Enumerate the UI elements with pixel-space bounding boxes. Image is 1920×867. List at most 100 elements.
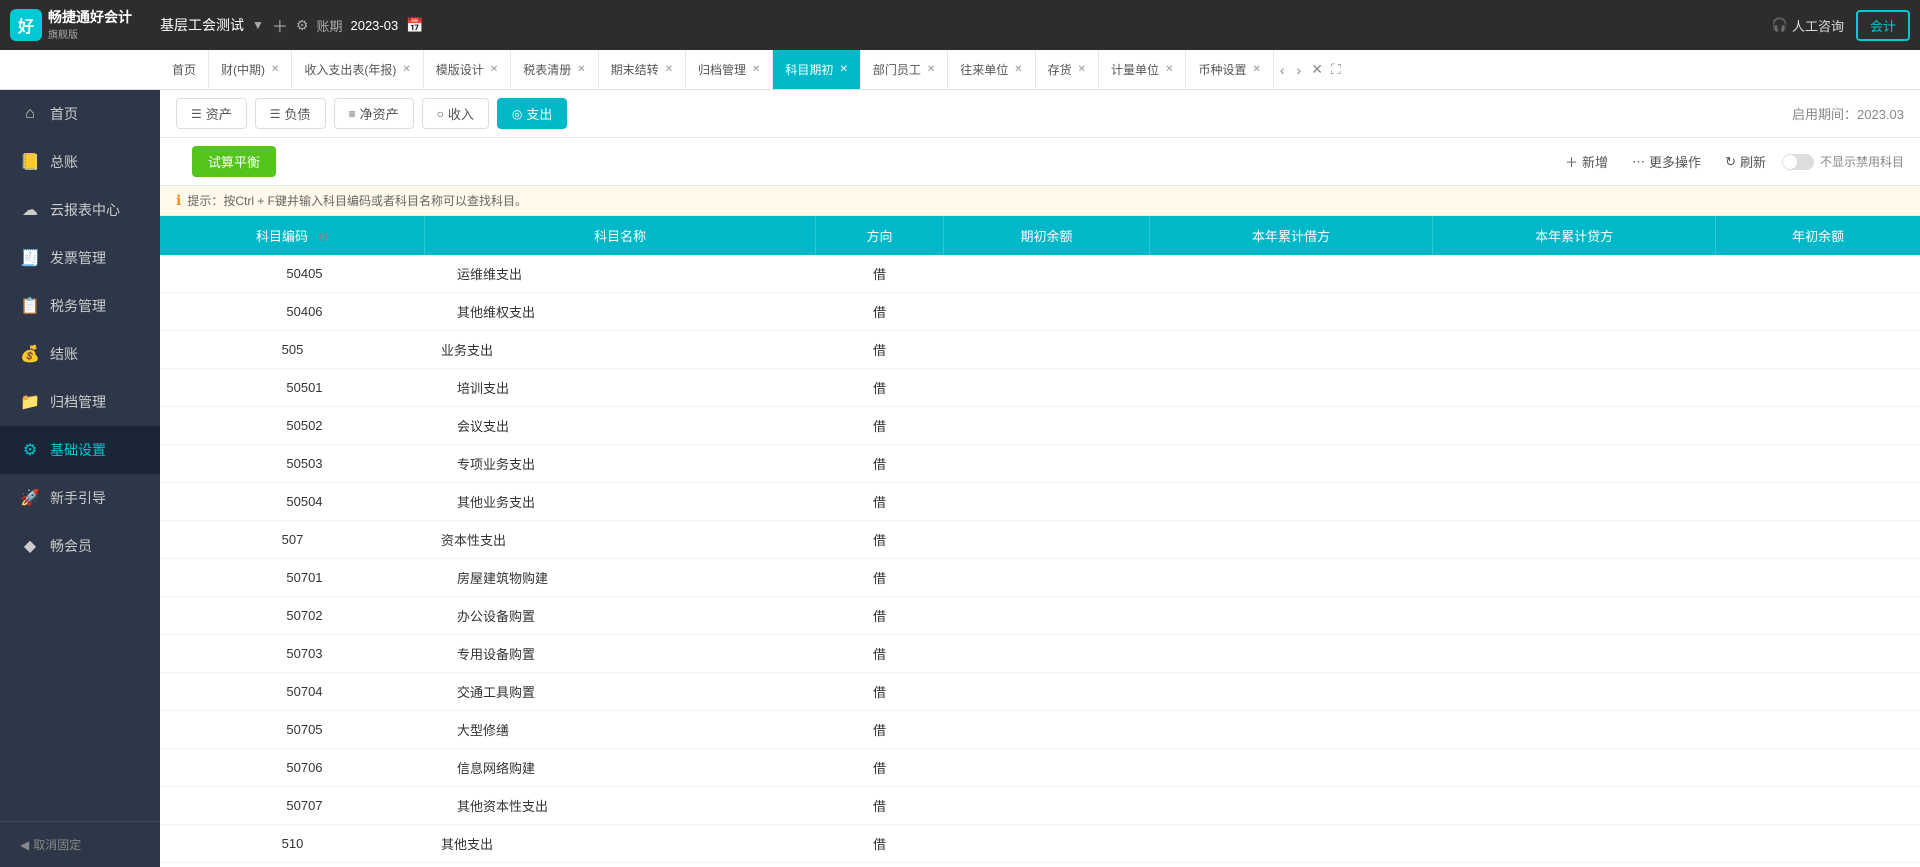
table-row[interactable]: 50501 培训支出 借 — [160, 369, 1920, 407]
tab-label: 税表清册 — [523, 61, 571, 78]
support-button[interactable]: 🎧 人工咨询 — [1772, 16, 1844, 35]
table-row[interactable]: 50702 办公设备购置 借 — [160, 597, 1920, 635]
tab-close-icon[interactable]: ✕ — [1078, 64, 1086, 75]
cell-name: 其他支出 — [425, 825, 816, 863]
tab-archive[interactable]: 归档管理 ✕ — [686, 50, 773, 90]
add-company-button[interactable]: ＋ — [272, 13, 288, 37]
company-dropdown-icon[interactable]: ▼ — [252, 18, 264, 32]
tab-unit[interactable]: 计量单位 ✕ — [1099, 50, 1186, 90]
cell-code: 507 — [160, 521, 425, 559]
tab-subject-init[interactable]: 科目期初 ✕ — [773, 50, 860, 90]
table-row[interactable]: 50503 专项业务支出 借 — [160, 445, 1920, 483]
sidebar-item-guide[interactable]: 🚀 新手引导 — [0, 474, 160, 522]
tab-close-icon[interactable]: ✕ — [577, 64, 585, 75]
header-right: 🎧 人工咨询 会计 — [1772, 10, 1910, 41]
tab-close-icon[interactable]: ✕ — [1014, 64, 1022, 75]
tab-home[interactable]: 首页 — [160, 50, 209, 90]
tab-label: 计量单位 — [1111, 61, 1159, 78]
tab-expand-icon[interactable]: ⛶ — [1327, 61, 1345, 78]
table-row[interactable]: 50406 其他维权支出 借 — [160, 293, 1920, 331]
sidebar-item-report[interactable]: ☁ 云报表中心 — [0, 186, 160, 234]
sub-tab-net-assets[interactable]: ≡ 净资产 — [334, 98, 414, 129]
table-row[interactable]: 50705 大型修缮 借 — [160, 711, 1920, 749]
sidebar-item-home[interactable]: ⌂ 首页 — [0, 90, 160, 138]
sub-tab-income[interactable]: ○ 收入 — [422, 98, 489, 129]
sidebar-item-member[interactable]: ◆ 畅会员 — [0, 522, 160, 570]
cell-ytd-debit — [1149, 445, 1432, 483]
tab-close-all-icon[interactable]: ✕ — [1307, 61, 1327, 78]
table-row[interactable]: 50706 信息网络购建 借 — [160, 749, 1920, 787]
table-row[interactable]: 50504 其他业务支出 借 — [160, 483, 1920, 521]
table-row[interactable]: 507 资本性支出 借 — [160, 521, 1920, 559]
tab-dept-employee[interactable]: 部门员工 ✕ — [861, 50, 948, 90]
table-row[interactable]: 50707 其他资本性支出 借 — [160, 787, 1920, 825]
col-settings-icon[interactable]: ⚙ — [318, 230, 329, 244]
tab-close-icon[interactable]: ✕ — [1252, 64, 1260, 75]
sidebar-item-label: 畅会员 — [50, 536, 92, 556]
sub-tab-liabilities[interactable]: ☰ 负债 — [255, 98, 326, 129]
calendar-icon[interactable]: 📅 — [406, 17, 423, 34]
cell-year-start-balance — [1716, 787, 1920, 825]
sidebar-item-ledger[interactable]: 📒 总账 — [0, 138, 160, 186]
tab-template[interactable]: 模版设计 ✕ — [424, 50, 511, 90]
tab-currency[interactable]: 币种设置 ✕ — [1186, 50, 1273, 90]
col-code: 科目编码 ⚙ — [160, 216, 425, 255]
tab-income-statement[interactable]: 收入支出表(年报) ✕ — [292, 50, 423, 90]
tab-close-icon[interactable]: ✕ — [752, 64, 760, 75]
sidebar-item-settings[interactable]: ⚙ 基础设置 — [0, 426, 160, 474]
more-icon: ⋯ — [1632, 154, 1645, 170]
cell-code: 505 — [160, 331, 425, 369]
cell-name: 办公设备购置 — [425, 597, 816, 635]
sub-tab-expenditure[interactable]: ◎ 支出 — [497, 98, 568, 129]
tab-period-close[interactable]: 期末结转 ✕ — [599, 50, 686, 90]
table-row[interactable]: 510 其他支出 借 — [160, 825, 1920, 863]
tab-close-icon[interactable]: ✕ — [665, 64, 673, 75]
table-row[interactable]: 505 业务支出 借 — [160, 331, 1920, 369]
sub-tab-bar: ☰ 资产 ☰ 负债 ≡ 净资产 ○ 收入 ◎ 支出 启用期间：2023.03 — [160, 90, 1920, 138]
sidebar-item-invoice[interactable]: 🧾 发票管理 — [0, 234, 160, 282]
tab-contacts[interactable]: 往来单位 ✕ — [948, 50, 1035, 90]
tab-close-icon[interactable]: ✕ — [1165, 64, 1173, 75]
cell-ytd-debit — [1149, 635, 1432, 673]
col-year-start-balance: 年初余额 — [1716, 216, 1920, 255]
cell-direction: 借 — [815, 407, 943, 445]
cell-name: 业务支出 — [425, 331, 816, 369]
tab-close-icon[interactable]: ✕ — [271, 64, 279, 75]
tab-close-icon[interactable]: ✕ — [839, 64, 847, 75]
table-row[interactable]: 50502 会议支出 借 — [160, 407, 1920, 445]
sub-tab-assets[interactable]: ☰ 资产 — [176, 98, 247, 129]
refresh-button[interactable]: ↻ 刷新 — [1717, 148, 1774, 175]
cell-name: 专用设备购置 — [425, 635, 816, 673]
tab-inventory[interactable]: 存货 ✕ — [1036, 50, 1099, 90]
tab-close-icon[interactable]: ✕ — [927, 64, 935, 75]
tab-tax[interactable]: 税表清册 ✕ — [511, 50, 598, 90]
collapse-icon: ◀ — [20, 838, 29, 852]
settle-icon: 💰 — [20, 344, 40, 364]
cell-year-start-balance — [1716, 559, 1920, 597]
tab-nav-prev-icon[interactable]: ‹ — [1274, 62, 1291, 78]
cell-ytd-debit — [1149, 293, 1432, 331]
tab-close-icon[interactable]: ✕ — [402, 64, 410, 75]
account-button[interactable]: 会计 — [1856, 10, 1910, 41]
more-actions-button[interactable]: ⋯ 更多操作 — [1624, 148, 1709, 175]
add-new-button[interactable]: ＋ 新增 — [1557, 148, 1616, 175]
settings-icon[interactable]: ⚙ — [296, 17, 309, 34]
table-row[interactable]: 50405 运维维支出 借 — [160, 255, 1920, 293]
balance-button[interactable]: 试算平衡 — [192, 146, 276, 177]
sidebar-item-settle[interactable]: 💰 结账 — [0, 330, 160, 378]
sidebar-item-archive[interactable]: 📁 归档管理 — [0, 378, 160, 426]
tab-close-icon[interactable]: ✕ — [490, 64, 498, 75]
sidebar-item-tax[interactable]: 📋 税务管理 — [0, 282, 160, 330]
tab-finance-mid[interactable]: 财(中期) ✕ — [209, 50, 292, 90]
app-logo-icon: 好 — [10, 9, 42, 41]
table-row[interactable]: 50704 交通工具购置 借 — [160, 673, 1920, 711]
sidebar-collapse-button[interactable]: ◀ 取消固定 — [0, 821, 160, 867]
tab-nav-next-icon[interactable]: › — [1291, 62, 1308, 78]
toggle-control[interactable] — [1782, 154, 1814, 170]
cell-code: 50704 — [160, 673, 425, 711]
table-row[interactable]: 50703 专用设备购置 借 — [160, 635, 1920, 673]
cell-year-start-balance — [1716, 825, 1920, 863]
cell-code: 510 — [160, 825, 425, 863]
table-row[interactable]: 50701 房屋建筑物购建 借 — [160, 559, 1920, 597]
tab-label: 收入支出表(年报) — [304, 61, 396, 78]
